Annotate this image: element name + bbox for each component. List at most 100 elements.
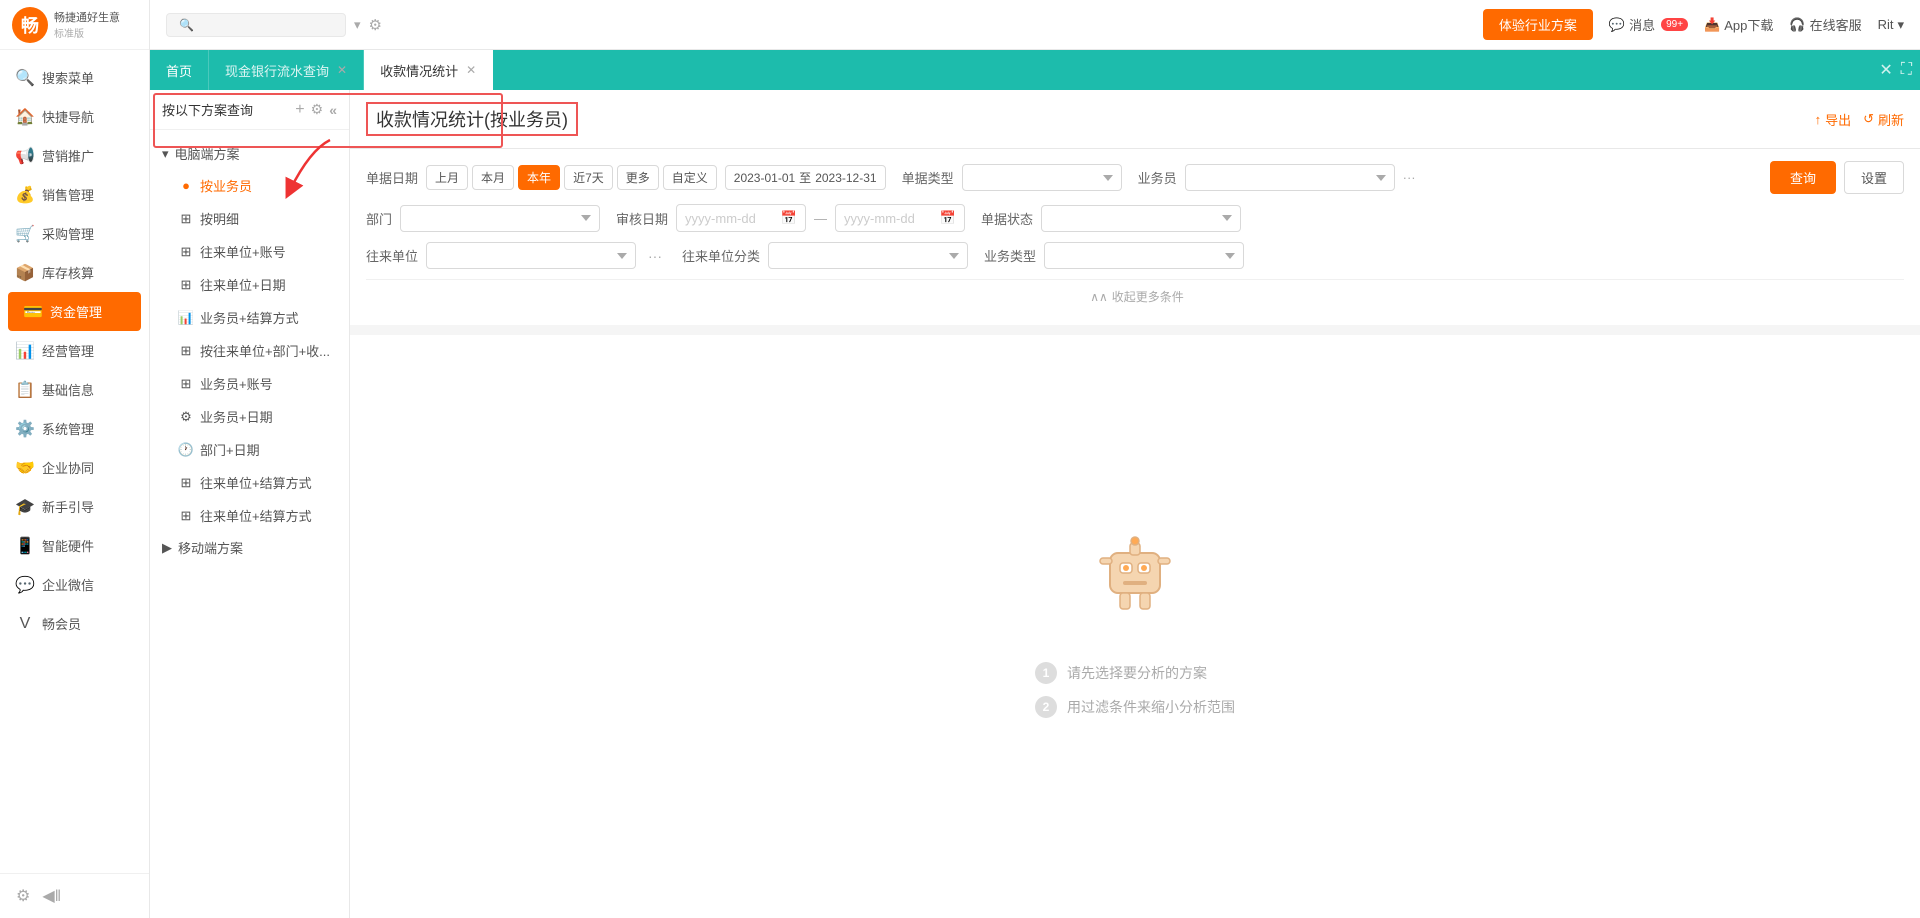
topbar-settings-icon[interactable]: ⚙: [369, 16, 382, 34]
date-btn-last7[interactable]: 近7天: [564, 165, 613, 190]
export-button[interactable]: ↑ 导出: [1815, 110, 1852, 129]
sidebar-item-sales[interactable]: 💰 销售管理: [0, 175, 149, 214]
review-date-end-placeholder: yyyy-mm-dd: [844, 211, 915, 226]
sidebar-item-search[interactable]: 🔍 搜索菜单: [0, 58, 149, 97]
doctype-select[interactable]: [962, 164, 1122, 191]
scheme-item-by-detail[interactable]: ⊞ 按明细: [150, 202, 349, 235]
salesperson-input[interactable]: [1185, 164, 1395, 191]
doc-status-select[interactable]: [1041, 205, 1241, 232]
date-range-display: 2023-01-01 至 2023-12-31: [725, 165, 886, 190]
dept-date-icon: 🕐: [178, 442, 194, 458]
sidebar-item-system[interactable]: ⚙️ 系统管理: [0, 409, 149, 448]
date-btn-more[interactable]: 更多: [617, 165, 659, 190]
settings-button[interactable]: 设置: [1844, 161, 1904, 194]
scheme-item-sales-account[interactable]: ⊞ 业务员+账号: [150, 367, 349, 400]
sidebar-item-member[interactable]: V 畅会员: [0, 604, 149, 643]
message-button[interactable]: 💬 消息 99+: [1609, 15, 1688, 34]
scheme-item-label-sales-date: 业务员+日期: [200, 407, 273, 426]
scheme-item-unit-dept[interactable]: ⊞ 按往来单位+部门+收...: [150, 334, 349, 367]
sidebar-item-quicknav[interactable]: 🏠 快捷导航: [0, 97, 149, 136]
topbar-search-box[interactable]: 🔍: [166, 13, 346, 37]
scheme-item-unit-date[interactable]: ⊞ 往来单位+日期: [150, 268, 349, 301]
scheme-panel: 按以下方案查询 + ⚙ « ▾ 电脑端方案 ● 按业务员: [150, 90, 350, 918]
sidebar-item-marketing[interactable]: 📢 营销推广: [0, 136, 149, 175]
online-service-button[interactable]: 🎧 在线客服: [1789, 15, 1861, 34]
app-logo: 畅 畅捷通好生意 标准版: [0, 0, 149, 50]
member-icon: V: [16, 615, 34, 633]
close-window-icon[interactable]: ✕: [1879, 60, 1892, 80]
review-date-start[interactable]: yyyy-mm-dd 📅: [676, 204, 806, 232]
sidebar-label-purchase: 采购管理: [42, 224, 94, 243]
sidebar-item-newguide[interactable]: 🎓 新手引导: [0, 487, 149, 526]
tab-home[interactable]: 首页: [150, 50, 209, 90]
expand-window-icon[interactable]: ⛶: [1901, 61, 1912, 79]
date-btn-custom[interactable]: 自定义: [663, 165, 717, 190]
date-btn-last-month[interactable]: 上月: [426, 165, 468, 190]
message-badge: 99+: [1661, 18, 1688, 31]
query-button[interactable]: 查询: [1770, 161, 1836, 194]
operation-icon: 📊: [16, 342, 34, 360]
scheme-item-by-salesperson[interactable]: ● 按业务员: [150, 169, 349, 202]
sidebar-item-wechat[interactable]: 💬 企业微信: [0, 565, 149, 604]
tab-collect-close-icon[interactable]: ✕: [466, 63, 476, 77]
topbar-dropdown-icon[interactable]: ▾: [354, 17, 361, 33]
tab-collect[interactable]: 收款情况统计 ✕: [364, 50, 493, 90]
sidebar-item-basicinfo[interactable]: 📋 基础信息: [0, 370, 149, 409]
review-date-label: 审核日期: [616, 209, 668, 228]
doctype-label: 单据类型: [902, 168, 954, 187]
sidebar-item-finance[interactable]: 💳 资金管理: [8, 292, 141, 331]
sidebar-label-enterprise: 企业协同: [42, 458, 94, 477]
sidebar-item-inventory[interactable]: 📦 库存核算: [0, 253, 149, 292]
sidebar-label-smarthw: 智能硬件: [42, 536, 94, 555]
page-actions: ↑ 导出 ↺ 刷新: [1815, 110, 1904, 129]
review-date-end[interactable]: yyyy-mm-dd 📅: [835, 204, 965, 232]
scheme-item-unit-settle2[interactable]: ⊞ 往来单位+结算方式: [150, 499, 349, 532]
scheme-add-icon[interactable]: +: [295, 101, 304, 119]
date-end: 2023-12-31: [815, 171, 876, 185]
service-icon: 🎧: [1789, 17, 1805, 33]
tab-bank[interactable]: 现金银行流水查询 ✕: [209, 50, 364, 90]
sidebar-item-operation[interactable]: 📊 经营管理: [0, 331, 149, 370]
date-btn-this-month[interactable]: 本月: [472, 165, 514, 190]
sidebar-item-purchase[interactable]: 🛒 采购管理: [0, 214, 149, 253]
salesperson-more-icon[interactable]: ···: [1403, 170, 1416, 185]
scheme-group-pc-header[interactable]: ▾ 电脑端方案: [150, 138, 349, 169]
page-title: 收款情况统计(按业务员): [366, 102, 578, 136]
sidebar-label-newguide: 新手引导: [42, 497, 94, 516]
scheme-group-pc: ▾ 电脑端方案 ● 按业务员 ⊞ 按明细 ⊞ 往来单位+账号: [150, 138, 349, 532]
purchase-icon: 🛒: [16, 225, 34, 243]
sidebar-item-enterprise[interactable]: 🤝 企业协同: [0, 448, 149, 487]
detail-scheme-icon: ⊞: [178, 211, 194, 227]
scheme-group-mobile-header[interactable]: ▶ 移动端方案: [150, 532, 349, 563]
scheme-item-unit-settle1[interactable]: ⊞ 往来单位+结算方式: [150, 466, 349, 499]
sidebar-settings-icon[interactable]: ⚙: [16, 886, 30, 906]
counterpart-input[interactable]: [426, 242, 636, 269]
refresh-button[interactable]: ↺ 刷新: [1863, 110, 1904, 129]
robot-illustration: [1085, 523, 1185, 642]
sidebar-label-search: 搜索菜单: [42, 68, 94, 87]
counterpart-more-icon[interactable]: ···: [644, 248, 666, 264]
topbar-left: 🔍 ▾ ⚙: [166, 13, 382, 37]
counterpart-category-select[interactable]: [768, 242, 968, 269]
app-download-button[interactable]: 📥 App下载: [1704, 15, 1773, 34]
user-avatar[interactable]: Rit ▾: [1878, 17, 1904, 33]
date-btn-this-year[interactable]: 本年: [518, 165, 560, 190]
sidebar-collapse-icon[interactable]: ◀‖: [42, 886, 61, 906]
unit-dept-icon: ⊞: [178, 343, 194, 359]
sidebar-item-smarthw[interactable]: 📱 智能硬件: [0, 526, 149, 565]
unit-account-icon: ⊞: [178, 244, 194, 260]
scheme-collapse-icon[interactable]: «: [329, 102, 337, 118]
scheme-group-mobile-arrow: ▶: [162, 540, 172, 556]
scheme-item-sales-date[interactable]: ⚙ 业务员+日期: [150, 400, 349, 433]
scheme-settings-icon[interactable]: ⚙: [311, 101, 324, 118]
tab-bank-close-icon[interactable]: ✕: [337, 63, 347, 77]
scheme-item-sales-settle[interactable]: 📊 业务员+结算方式: [150, 301, 349, 334]
trial-button[interactable]: 体验行业方案: [1483, 9, 1593, 40]
dept-select[interactable]: [400, 205, 600, 232]
scheme-item-dept-date[interactable]: 🕐 部门+日期: [150, 433, 349, 466]
filter-review-date-item: 审核日期 yyyy-mm-dd 📅 — yyyy-mm-dd 📅: [616, 204, 965, 232]
business-type-select[interactable]: [1044, 242, 1244, 269]
logo-icon: 畅: [12, 7, 48, 43]
scheme-item-unit-account[interactable]: ⊞ 往来单位+账号: [150, 235, 349, 268]
collapse-bar[interactable]: ∧∧ 收起更多条件: [366, 279, 1904, 313]
